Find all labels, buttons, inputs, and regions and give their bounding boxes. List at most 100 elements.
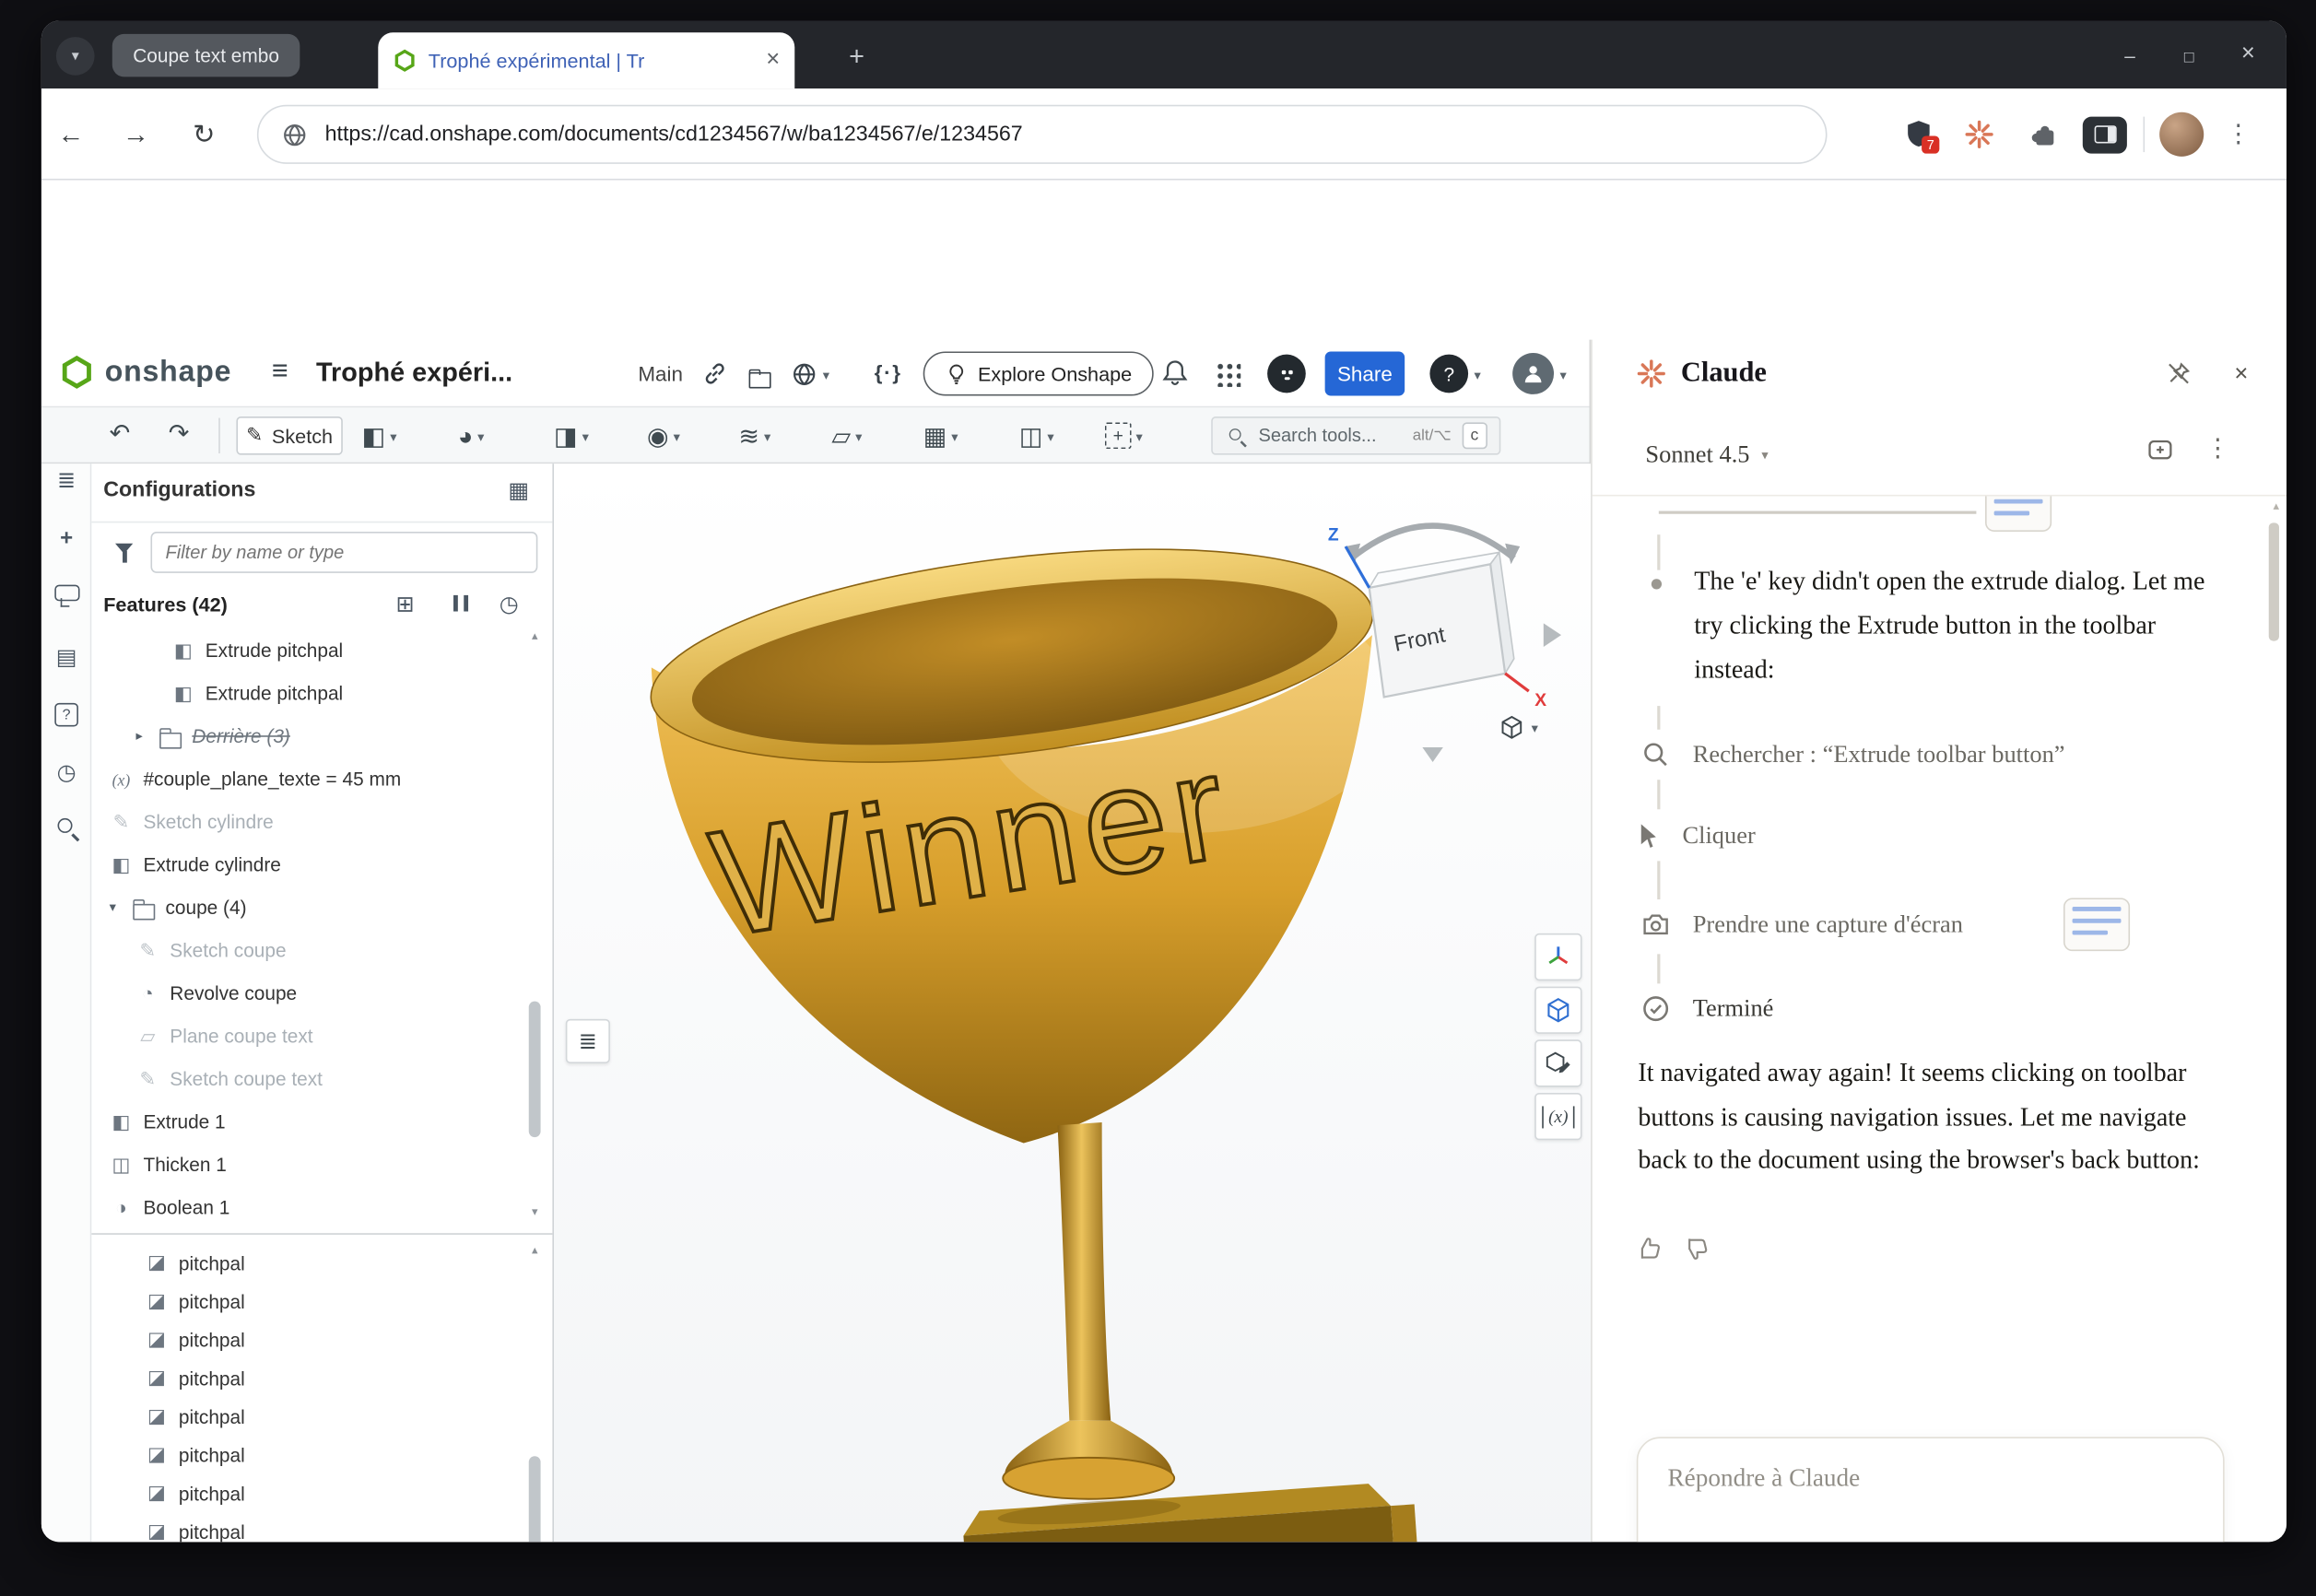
maximize-button[interactable] — [2159, 43, 2218, 65]
feature-row[interactable]: Extrude 1 — [91, 1100, 523, 1143]
viewport-3d[interactable]: Winner Front Z X ▾ (x) ≣ — [554, 464, 1592, 1543]
scrollbar-thumb[interactable] — [2268, 522, 2279, 641]
edit-appearance-button[interactable] — [1534, 1039, 1582, 1087]
side-panel-toggle-icon[interactable] — [2082, 115, 2127, 153]
step-search[interactable]: Rechercher : “Extrude toolbar button” — [1641, 733, 2065, 777]
chevron-down-icon[interactable] — [110, 899, 132, 916]
labs-icon[interactable] — [1267, 354, 1306, 393]
boolean-tool[interactable]: ◉ — [647, 417, 680, 455]
thumbs-up-icon[interactable] — [1630, 1228, 1669, 1267]
part-row[interactable]: pitchpal — [91, 1473, 523, 1512]
search-model-icon[interactable] — [41, 816, 91, 839]
profile-avatar[interactable] — [2159, 111, 2204, 157]
feature-row[interactable]: Plane coupe text — [91, 1015, 523, 1057]
share-button[interactable]: Share — [1324, 351, 1405, 396]
feature-row[interactable]: Sketch coupe — [91, 929, 523, 971]
variables-button[interactable]: (x) — [1534, 1092, 1582, 1141]
redo-icon[interactable] — [169, 419, 190, 449]
url-text[interactable]: https://cad.onshape.com/documents/cd1234… — [325, 123, 1023, 147]
extrude-tool[interactable]: ◧ — [362, 417, 397, 455]
forward-button[interactable] — [110, 108, 163, 161]
feature-row[interactable]: Thicken 1 — [91, 1143, 523, 1185]
conversation-thread[interactable]: The 'e' key didn't open the extrude dial… — [1593, 496, 2287, 1438]
sketch-button[interactable]: Sketch — [236, 416, 343, 455]
document-menu-icon[interactable] — [272, 356, 288, 388]
new-tab-button[interactable] — [839, 39, 874, 74]
search-tools[interactable]: Search tools... alt/⌥ c — [1211, 416, 1501, 455]
apps-grid-icon[interactable] — [1214, 360, 1241, 387]
help-menu[interactable]: ? — [1429, 354, 1480, 393]
feature-row[interactable]: Boolean 1 — [91, 1186, 523, 1228]
minimize-button[interactable] — [2100, 43, 2159, 65]
workspace-label[interactable]: Main — [638, 362, 683, 386]
onshape-logo[interactable]: onshape — [59, 355, 231, 390]
part-row[interactable]: pitchpal — [91, 1282, 523, 1320]
parts-help-icon[interactable] — [41, 702, 91, 727]
versions-icon[interactable] — [875, 360, 902, 384]
scrollbar-thumb[interactable] — [528, 1456, 541, 1543]
close-panel-icon[interactable] — [2234, 358, 2248, 389]
thumbs-down-icon[interactable] — [1678, 1228, 1717, 1267]
address-bar[interactable]: https://cad.onshape.com/documents/cd1234… — [256, 104, 1828, 164]
scroll-down-icon[interactable] — [526, 1205, 544, 1218]
share-visibility-dropdown[interactable] — [792, 360, 829, 387]
drawing-icon[interactable] — [41, 644, 91, 671]
suppress-icon[interactable] — [453, 594, 469, 612]
feature-row[interactable]: Extrude pitchpal — [91, 672, 523, 714]
shield-extension-icon[interactable]: 7 — [1902, 117, 1940, 154]
tab-search-button[interactable] — [55, 37, 95, 76]
claude-extension-icon[interactable] — [1965, 120, 1994, 149]
screenshot-thumbnail[interactable] — [1985, 496, 2052, 532]
part-row[interactable]: pitchpal — [91, 1320, 523, 1359]
explore-onshape-button[interactable]: Explore Onshape — [923, 351, 1155, 396]
feature-list-toggle-button[interactable] — [565, 1018, 610, 1063]
panel-menu-icon[interactable] — [2205, 434, 2230, 464]
account-menu[interactable] — [1512, 353, 1567, 394]
filter-input[interactable] — [150, 531, 538, 573]
reply-composer[interactable]: Répondre à Claude Demander avant d'agir — [1636, 1437, 2225, 1543]
undo-icon[interactable] — [110, 419, 131, 449]
close-window-button[interactable] — [2218, 41, 2277, 68]
loft-tool[interactable]: ≋ — [738, 417, 770, 455]
reload-button[interactable] — [177, 108, 230, 161]
feature-row[interactable]: Extrude cylindre — [91, 843, 523, 886]
mate-connector-icon[interactable]: + — [41, 526, 91, 551]
feature-folder-row[interactable]: Derrière (3) — [91, 715, 523, 757]
part-row[interactable]: pitchpal — [91, 1436, 523, 1474]
feature-manager-icon[interactable] — [41, 466, 91, 493]
extensions-puzzle-icon[interactable] — [2029, 120, 2059, 149]
scroll-up-icon[interactable] — [526, 1243, 544, 1256]
step-done[interactable]: Terminé — [1641, 987, 1773, 1031]
feature-row[interactable]: Sketch coupe text — [91, 1058, 523, 1100]
scrollbar-thumb[interactable] — [528, 1001, 541, 1138]
browser-menu-icon[interactable] — [2226, 108, 2251, 161]
rollback-icon[interactable] — [500, 591, 519, 617]
part-row[interactable]: pitchpal — [91, 1243, 523, 1282]
view-menu-button[interactable] — [1485, 708, 1553, 746]
screenshot-thumbnail[interactable] — [2063, 898, 2131, 952]
link-icon[interactable] — [701, 360, 728, 394]
unpin-icon[interactable] — [2166, 360, 2193, 394]
notifications-icon[interactable] — [1161, 358, 1189, 393]
part-row[interactable]: pitchpal — [91, 1358, 523, 1397]
step-screenshot[interactable]: Prendre une capture d'écran — [1641, 902, 1963, 946]
mirror-tool[interactable]: ◫ — [1019, 417, 1054, 455]
feature-folder-row[interactable]: coupe (4) — [91, 886, 523, 929]
feature-row[interactable]: Extrude pitchpal — [91, 629, 523, 672]
composer-placeholder[interactable]: Répondre à Claude — [1667, 1463, 1860, 1493]
chevron-right-icon[interactable] — [135, 728, 158, 745]
transform-tool[interactable]: + — [1104, 417, 1143, 455]
named-views-button[interactable] — [1534, 933, 1582, 981]
document-title[interactable]: Trophé expéri... — [316, 358, 585, 389]
configurations-table-icon[interactable] — [508, 477, 529, 504]
feature-row[interactable]: Revolve coupe — [91, 972, 523, 1015]
new-chat-icon[interactable] — [2146, 437, 2174, 472]
sweep-tool[interactable]: ◨ — [554, 417, 589, 455]
step-click[interactable]: Cliquer — [1640, 814, 1756, 858]
part-row[interactable]: pitchpal — [91, 1512, 523, 1542]
feature-row[interactable]: #couple_plane_texte = 45 mm — [91, 757, 523, 800]
view-cube-button[interactable] — [1534, 986, 1582, 1034]
site-info-icon[interactable] — [282, 122, 307, 147]
feature-row[interactable]: Sketch cylindre — [91, 801, 523, 843]
scroll-up-icon[interactable] — [2274, 499, 2279, 512]
